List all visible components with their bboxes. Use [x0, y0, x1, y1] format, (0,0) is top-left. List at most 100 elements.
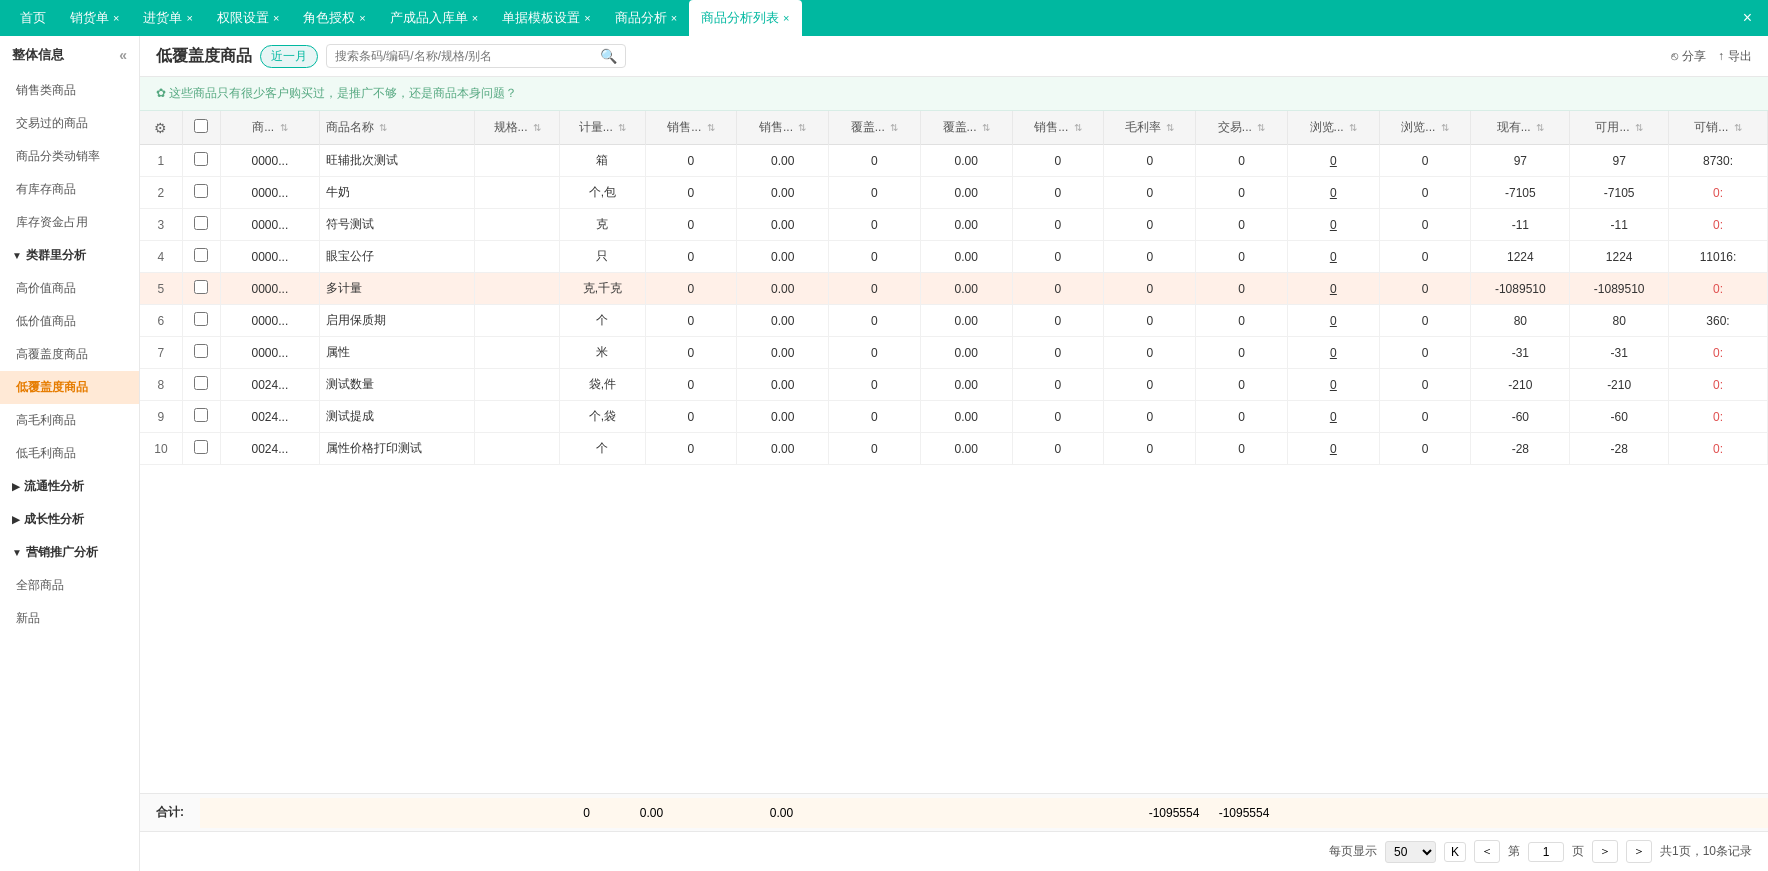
sidebar-group-cluster-analysis[interactable]: ▼ 类群里分析 [0, 239, 139, 272]
row-checkbox-cell[interactable] [182, 241, 220, 273]
sidebar-item-stock-capital[interactable]: 库存资金占用 [0, 206, 139, 239]
row-checkbox[interactable] [194, 312, 208, 326]
group-arrow-marketing: ▼ [12, 547, 22, 558]
search-input[interactable] [335, 49, 600, 63]
col-gross-margin[interactable]: 毛利率 ⇅ [1104, 111, 1196, 145]
col-sales-amt[interactable]: 销售... ⇅ [737, 111, 829, 145]
sidebar-item-high-coverage[interactable]: 高覆盖度商品 [0, 338, 139, 371]
row-checkbox[interactable] [194, 376, 208, 390]
nav-sales-order[interactable]: 销货单 × [58, 0, 131, 36]
row-checkbox[interactable] [194, 184, 208, 198]
row-checkbox-cell[interactable] [182, 369, 220, 401]
col-browse1[interactable]: 浏览... ⇅ [1287, 111, 1379, 145]
nav-close-finished-goods[interactable]: × [472, 12, 478, 24]
sidebar-item-stocked-goods[interactable]: 有库存商品 [0, 173, 139, 206]
sidebar-item-low-value[interactable]: 低价值商品 [0, 305, 139, 338]
last-page-button[interactable]: ＞ [1626, 840, 1652, 863]
row-browse1[interactable]: 0 [1287, 209, 1379, 241]
col-name[interactable]: 商品名称 ⇅ [319, 111, 474, 145]
col-unit[interactable]: 计量... ⇅ [560, 111, 645, 145]
table-container[interactable]: ⚙ 商... ⇅ 商品名称 ⇅ [140, 111, 1768, 793]
row-checkbox[interactable] [194, 408, 208, 422]
export-button[interactable]: ↑ 导出 [1718, 48, 1752, 65]
nav-role-auth[interactable]: 角色授权 × [291, 0, 377, 36]
select-all-checkbox[interactable] [194, 119, 208, 133]
nav-close-purchase-order[interactable]: × [186, 12, 192, 24]
per-page-select[interactable]: 50 20 100 [1385, 841, 1436, 863]
sidebar-group-circulation-analysis[interactable]: ▶ 流通性分析 [0, 470, 139, 503]
sidebar-item-high-margin[interactable]: 高毛利商品 [0, 404, 139, 437]
nav-permission[interactable]: 权限设置 × [205, 0, 291, 36]
row-checkbox-cell[interactable] [182, 305, 220, 337]
row-checkbox-cell[interactable] [182, 273, 220, 305]
row-checkbox[interactable] [194, 216, 208, 230]
col-sales-qty[interactable]: 销售... ⇅ [645, 111, 737, 145]
nav-home[interactable]: 首页 [8, 0, 58, 36]
nav-close-product-analysis[interactable]: × [671, 12, 677, 24]
sidebar-item-all-goods[interactable]: 全部商品 [0, 569, 139, 602]
row-checkbox-cell[interactable] [182, 145, 220, 177]
col-cover1[interactable]: 覆盖... ⇅ [829, 111, 921, 145]
row-checkbox-cell[interactable] [182, 177, 220, 209]
col-transaction[interactable]: 交易... ⇅ [1196, 111, 1288, 145]
row-browse1[interactable]: 0 [1287, 145, 1379, 177]
page-number-input[interactable] [1528, 842, 1564, 862]
row-browse1[interactable]: 0 [1287, 401, 1379, 433]
prev-page-button[interactable]: ＜ [1474, 840, 1500, 863]
nav-close-template[interactable]: × [584, 12, 590, 24]
col-current[interactable]: 现有... ⇅ [1471, 111, 1570, 145]
nav-close-role-auth[interactable]: × [359, 12, 365, 24]
row-browse1[interactable]: 0 [1287, 273, 1379, 305]
col-spec[interactable]: 规格... ⇅ [475, 111, 560, 145]
sidebar-item-category-sales-rate[interactable]: 商品分类动销率 [0, 140, 139, 173]
nav-finished-goods[interactable]: 产成品入库单 × [378, 0, 490, 36]
share-button[interactable]: ⎋ 分享 [1671, 48, 1706, 65]
search-icon[interactable]: 🔍 [600, 48, 617, 64]
col-cover2[interactable]: 覆盖... ⇅ [920, 111, 1012, 145]
row-checkbox[interactable] [194, 248, 208, 262]
nav-product-analysis-list[interactable]: 商品分析列表 × [689, 0, 801, 36]
row-checkbox[interactable] [194, 152, 208, 166]
sidebar-item-traded-goods[interactable]: 交易过的商品 [0, 107, 139, 140]
nav-template[interactable]: 单据模板设置 × [490, 0, 602, 36]
nav-product-analysis[interactable]: 商品分析 × [603, 0, 689, 36]
row-browse1[interactable]: 0 [1287, 369, 1379, 401]
row-browse1[interactable]: 0 [1287, 433, 1379, 465]
row-browse1[interactable]: 0 [1287, 305, 1379, 337]
row-checkbox-cell[interactable] [182, 209, 220, 241]
sidebar-item-sales-goods[interactable]: 销售类商品 [0, 74, 139, 107]
sidebar-item-low-coverage[interactable]: 低覆盖度商品 [0, 371, 139, 404]
settings-icon[interactable]: ⚙ [154, 120, 167, 136]
sidebar-item-low-margin[interactable]: 低毛利商品 [0, 437, 139, 470]
sidebar-group-growth-analysis[interactable]: ▶ 成长性分析 [0, 503, 139, 536]
row-checkbox[interactable] [194, 280, 208, 294]
first-page-button[interactable]: K [1444, 842, 1466, 862]
nav-close-product-analysis-list[interactable]: × [783, 12, 789, 24]
period-button[interactable]: 近一月 [260, 45, 318, 68]
row-checkbox-cell[interactable] [182, 337, 220, 369]
row-checkbox[interactable] [194, 440, 208, 454]
col-checkbox[interactable] [182, 111, 220, 145]
sidebar-group-marketing-analysis[interactable]: ▼ 营销推广分析 [0, 536, 139, 569]
col-browse2[interactable]: 浏览... ⇅ [1379, 111, 1471, 145]
row-checkbox-cell[interactable] [182, 401, 220, 433]
row-checkbox[interactable] [194, 344, 208, 358]
next-page-button[interactable]: ＞ [1592, 840, 1618, 863]
col-code[interactable]: 商... ⇅ [220, 111, 319, 145]
nav-close-permission[interactable]: × [273, 12, 279, 24]
nav-close-sales-order[interactable]: × [113, 12, 119, 24]
col-sales2[interactable]: 销售... ⇅ [1012, 111, 1104, 145]
sidebar-item-high-value[interactable]: 高价值商品 [0, 272, 139, 305]
row-current: -28 [1471, 433, 1570, 465]
window-close-button[interactable]: × [1735, 9, 1760, 27]
col-settings[interactable]: ⚙ [140, 111, 182, 145]
row-browse1[interactable]: 0 [1287, 337, 1379, 369]
nav-purchase-order[interactable]: 进货单 × [131, 0, 204, 36]
col-sellable[interactable]: 可销... ⇅ [1669, 111, 1768, 145]
sidebar-item-new-goods[interactable]: 新品 [0, 602, 139, 635]
sidebar-collapse-button[interactable]: « [119, 47, 127, 63]
row-browse1[interactable]: 0 [1287, 177, 1379, 209]
col-available[interactable]: 可用... ⇅ [1570, 111, 1669, 145]
row-checkbox-cell[interactable] [182, 433, 220, 465]
row-browse1[interactable]: 0 [1287, 241, 1379, 273]
